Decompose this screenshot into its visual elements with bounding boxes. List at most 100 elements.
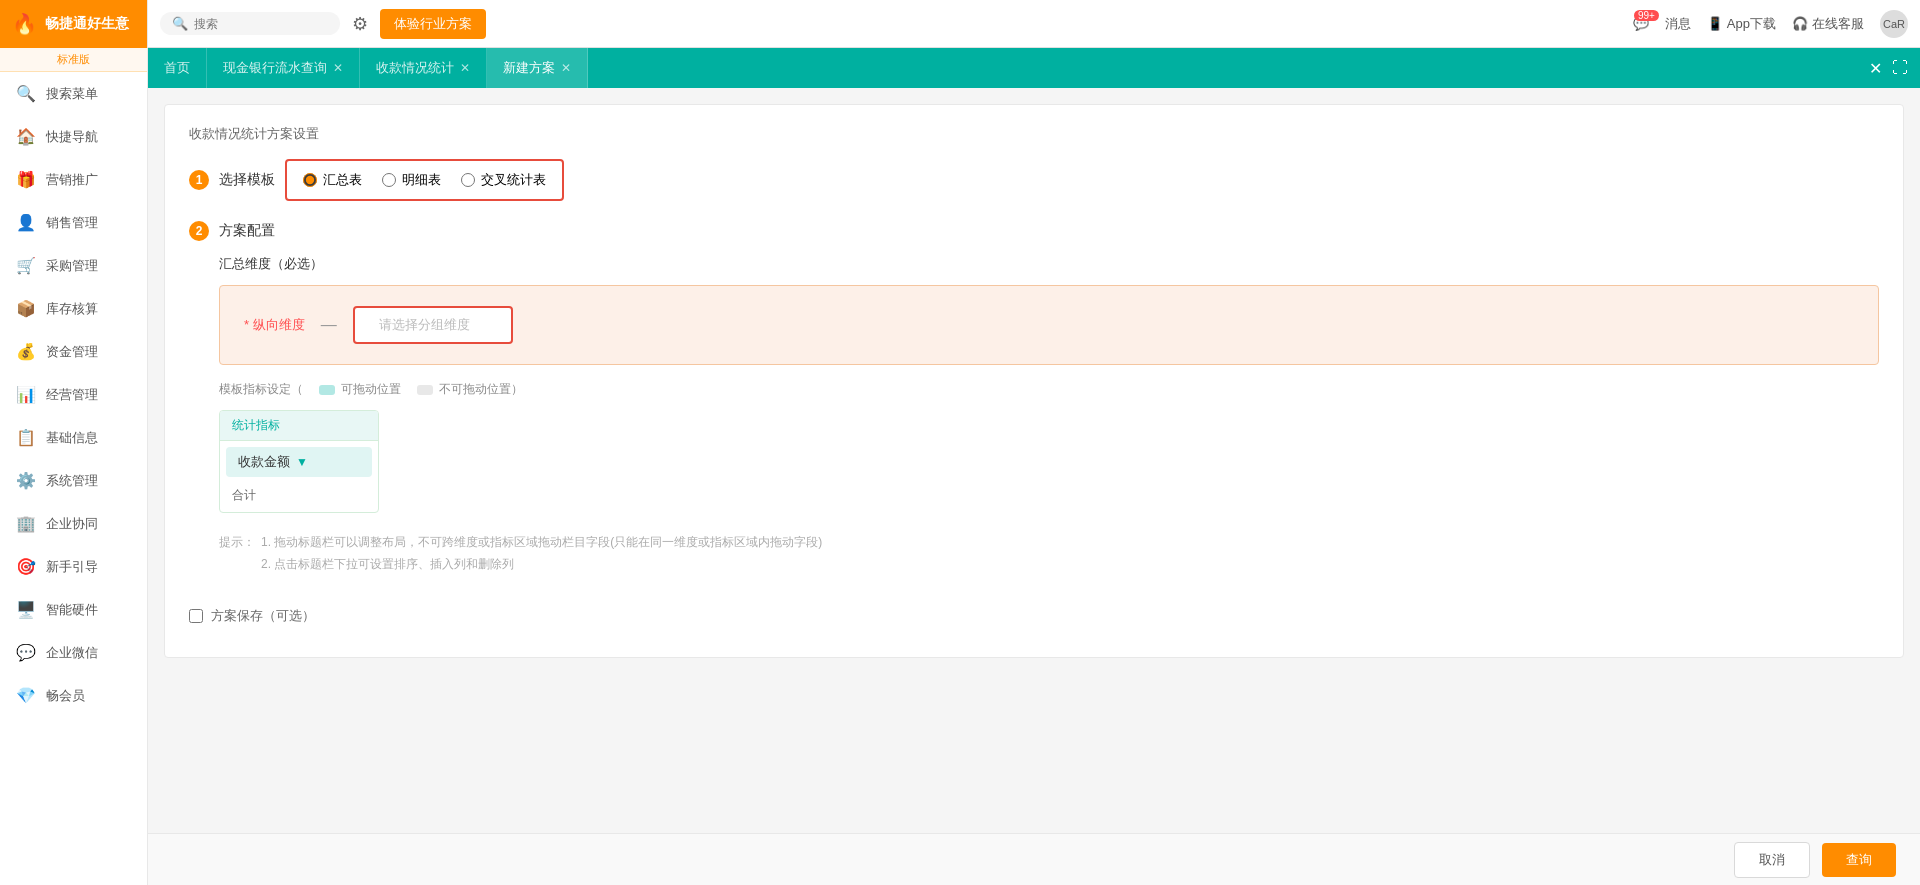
sidebar-item-wechat[interactable]: 💬 企业微信 — [0, 631, 147, 674]
search-input[interactable] — [194, 17, 314, 31]
sidebar-item-quick-nav[interactable]: 🏠 快捷导航 — [0, 115, 147, 158]
step2-section: 2 方案配置 汇总维度（必选） * 纵向维度 — 请选择分组维度 — [189, 221, 1879, 575]
enterprise-icon: 🏢 — [16, 514, 36, 533]
hardware-icon: 🖥️ — [16, 600, 36, 619]
indicator-label: 模板指标设定（ — [219, 381, 303, 398]
sidebar-item-marketing[interactable]: 🎁 营销推广 — [0, 158, 147, 201]
row-label: * 纵向维度 — [244, 316, 305, 334]
service-icon: 🎧 — [1792, 16, 1808, 31]
cancel-button[interactable]: 取消 — [1734, 842, 1810, 878]
marketing-icon: 🎁 — [16, 170, 36, 189]
topbar-search-box[interactable]: 🔍 — [160, 12, 340, 35]
sidebar-item-hardware[interactable]: 🖥️ 智能硬件 — [0, 588, 147, 631]
sidebar-item-enterprise[interactable]: 🏢 企业协同 — [0, 502, 147, 545]
radio-cross[interactable]: 交叉统计表 — [461, 171, 546, 189]
system-icon: ⚙️ — [16, 471, 36, 490]
sidebar: 🔥 畅捷通好生意 标准版 🔍 搜索菜单 🏠 快捷导航 🎁 营销推广 👤 销售管理… — [0, 0, 148, 885]
logo-icon: 🔥 — [12, 12, 37, 36]
radio-detail-input[interactable] — [382, 173, 396, 187]
indicator-table-header: 统计指标 — [220, 411, 378, 441]
dimension-area: * 纵向维度 — 请选择分组维度 — [219, 285, 1879, 365]
tab-new-plan-close[interactable]: ✕ — [561, 61, 571, 75]
radio-cross-input[interactable] — [461, 173, 475, 187]
sidebar-item-guide[interactable]: 🎯 新手引导 — [0, 545, 147, 588]
sidebar-item-search-menu[interactable]: 🔍 搜索菜单 — [0, 72, 147, 115]
fixed-legend-item: 不可拖动位置） — [417, 381, 523, 398]
quick-nav-icon: 🏠 — [16, 127, 36, 146]
step2-header: 2 方案配置 — [189, 221, 1879, 241]
step1-num: 1 — [189, 170, 209, 190]
tip-line-2: 提示： 2. 点击标题栏下拉可设置排序、插入列和删除列 — [219, 554, 1879, 576]
sidebar-item-purchase[interactable]: 🛒 采购管理 — [0, 244, 147, 287]
basic-info-icon: 📋 — [16, 428, 36, 447]
save-checkbox[interactable] — [189, 609, 203, 623]
step1-label: 选择模板 — [219, 171, 275, 189]
tab-receipt-stats-close[interactable]: ✕ — [460, 61, 470, 75]
sidebar-item-sales[interactable]: 👤 销售管理 — [0, 201, 147, 244]
tab-bank-flow-close[interactable]: ✕ — [333, 61, 343, 75]
message-badge[interactable]: 💬 99+ — [1633, 16, 1649, 31]
message-label: 消息 — [1665, 15, 1691, 33]
tab-receipt-stats[interactable]: 收款情况统计 ✕ — [360, 48, 487, 88]
sidebar-item-system[interactable]: ⚙️ 系统管理 — [0, 459, 147, 502]
step2-num: 2 — [189, 221, 209, 241]
page-title: 收款情况统计方案设置 — [189, 125, 1879, 143]
logo-text: 畅捷通好生意 — [45, 15, 129, 33]
tab-expand-icon[interactable]: ⛶ — [1892, 59, 1908, 77]
sidebar-item-finance[interactable]: 💰 资金管理 — [0, 330, 147, 373]
member-icon: 💎 — [16, 686, 36, 705]
main-content: 收款情况统计方案设置 1 选择模板 汇总表 明细表 交 — [148, 88, 1920, 885]
topbar: 🔍 ⚙ 体验行业方案 💬 99+ 消息 📱 App下载 🎧 在线客服 CaR — [148, 0, 1920, 48]
finance-icon: 💰 — [16, 342, 36, 361]
tabbar: 首页 现金银行流水查询 ✕ 收款情况统计 ✕ 新建方案 ✕ ✕ ⛶ — [148, 48, 1920, 88]
sidebar-item-operations[interactable]: 📊 经营管理 — [0, 373, 147, 416]
sidebar-logo: 🔥 畅捷通好生意 — [0, 0, 147, 48]
operations-icon: 📊 — [16, 385, 36, 404]
radio-summary-input[interactable] — [303, 173, 317, 187]
footer-bar: 取消 查询 — [148, 833, 1920, 885]
radio-summary[interactable]: 汇总表 — [303, 171, 362, 189]
search-icon: 🔍 — [172, 16, 188, 31]
app-download[interactable]: 📱 App下载 — [1707, 15, 1776, 33]
step1-section: 1 选择模板 汇总表 明细表 交叉统计表 — [189, 159, 1879, 201]
fixed-legend-dot — [417, 385, 433, 395]
radio-detail[interactable]: 明细表 — [382, 171, 441, 189]
indicator-chip-amount[interactable]: 收款金额 ▼ — [226, 447, 372, 477]
movable-legend-dot — [319, 385, 335, 395]
indicator-subtotal: 合计 — [220, 483, 378, 512]
step2-label: 方案配置 — [219, 222, 275, 240]
dimension-label: 汇总维度（必选） — [219, 255, 1879, 273]
config-card: 收款情况统计方案设置 1 选择模板 汇总表 明细表 交 — [164, 104, 1904, 658]
purchase-icon: 🛒 — [16, 256, 36, 275]
tab-close-all-icon[interactable]: ✕ — [1869, 59, 1882, 78]
sidebar-item-member[interactable]: 💎 畅会员 — [0, 674, 147, 717]
tabbar-actions: ✕ ⛶ — [1857, 48, 1920, 88]
search-menu-icon: 🔍 — [16, 84, 36, 103]
chip-dropdown-icon[interactable]: ▼ — [296, 455, 308, 469]
tips-section: 提示： 1. 拖动标题栏可以调整布局，不可跨维度或指标区域拖动栏目字段(只能在同… — [219, 532, 1879, 575]
arrow-icon: — — [321, 316, 337, 334]
dimension-select[interactable]: 请选择分组维度 — [353, 306, 513, 344]
trial-btn[interactable]: 体验行业方案 — [380, 9, 486, 39]
indicator-legend: 模板指标设定（ 可拖动位置 不可拖动位置） — [219, 381, 1879, 398]
sidebar-item-basic-info[interactable]: 📋 基础信息 — [0, 416, 147, 459]
topbar-right: 💬 99+ 消息 📱 App下载 🎧 在线客服 CaR — [1633, 10, 1908, 38]
avatar[interactable]: CaR — [1880, 10, 1908, 38]
wechat-icon: 💬 — [16, 643, 36, 662]
save-label: 方案保存（可选） — [211, 607, 315, 625]
inventory-icon: 📦 — [16, 299, 36, 318]
tab-new-plan[interactable]: 新建方案 ✕ — [487, 48, 588, 88]
indicator-table: 统计指标 收款金额 ▼ 合计 — [219, 410, 379, 513]
tab-bank-flow[interactable]: 现金银行流水查询 ✕ — [207, 48, 360, 88]
settings-icon[interactable]: ⚙ — [352, 13, 368, 35]
version-tag: 标准版 — [0, 48, 147, 72]
tab-home[interactable]: 首页 — [148, 48, 207, 88]
sidebar-item-inventory[interactable]: 📦 库存核算 — [0, 287, 147, 330]
template-selector: 汇总表 明细表 交叉统计表 — [285, 159, 564, 201]
download-icon: 📱 — [1707, 16, 1723, 31]
query-button[interactable]: 查询 — [1822, 843, 1896, 877]
online-service[interactable]: 🎧 在线客服 — [1792, 15, 1864, 33]
step1-header: 1 选择模板 汇总表 明细表 交叉统计表 — [189, 159, 1879, 201]
tip-prefix-1: 提示： — [219, 532, 255, 554]
guide-icon: 🎯 — [16, 557, 36, 576]
